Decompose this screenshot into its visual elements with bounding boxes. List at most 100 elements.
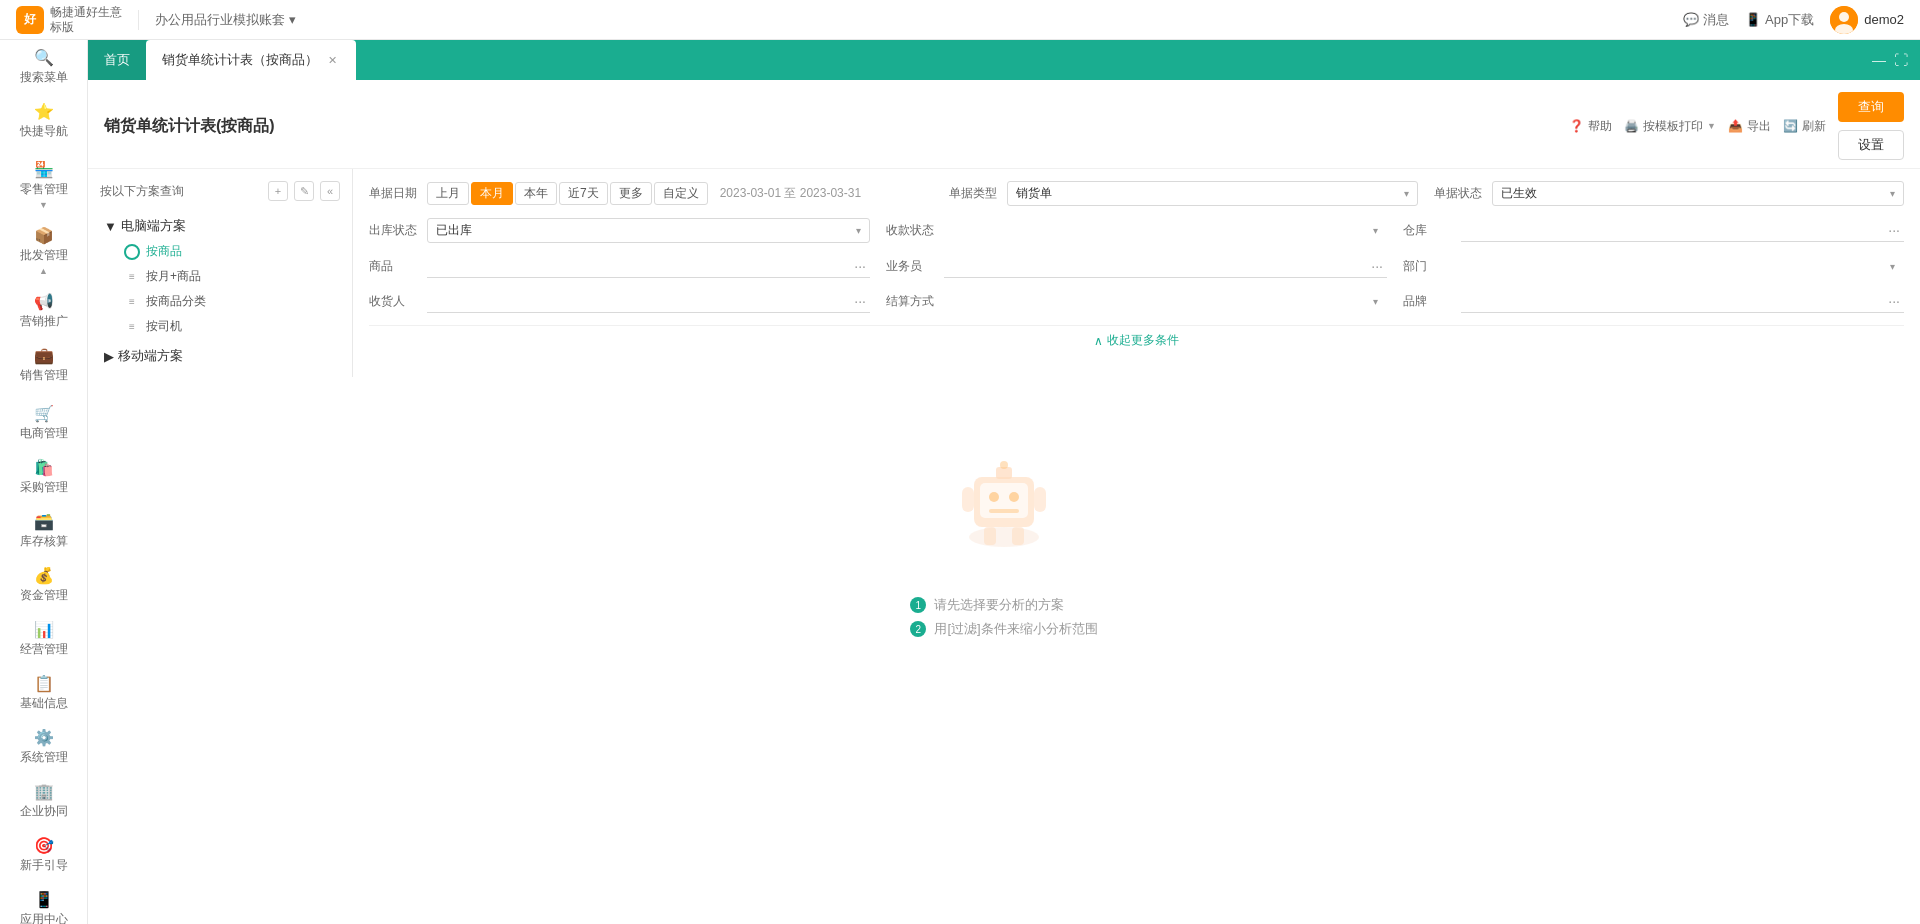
- receiver-input[interactable]: ···: [427, 290, 870, 313]
- filter-main-area: 单据日期 上月 本月 本年 近7天 更多 自定义 20: [353, 169, 1920, 377]
- add-scheme-button[interactable]: +: [268, 181, 288, 201]
- download-action[interactable]: 📱 App下载: [1745, 11, 1814, 29]
- sidebar-item-finance[interactable]: 💰 资金管理: [0, 558, 87, 612]
- content-area: 首页 销货单统计计表（按商品） ✕ — ⛶ 销货单统计计表(按商品) ❓ 帮助: [88, 40, 1920, 924]
- sidebar-item-shortcut[interactable]: ⭐ 快捷导航: [0, 94, 87, 148]
- brand-input[interactable]: ···: [1461, 290, 1904, 313]
- warehouse-dots-icon[interactable]: ···: [1888, 222, 1900, 238]
- sidebar-item-marketing[interactable]: 📢 营销推广: [0, 284, 87, 338]
- scheme-item-goods[interactable]: 按商品: [96, 239, 344, 264]
- radio-selected-icon: [124, 244, 140, 260]
- list3-icon: ≡: [124, 319, 140, 335]
- receiptstatus-select[interactable]: ▾: [944, 221, 1387, 240]
- docstatus-label: 单据状态: [1434, 185, 1484, 202]
- scheme-item-category[interactable]: ≡ 按商品分类: [96, 289, 344, 314]
- sidebar-item-retail-label: 零售管理: [20, 181, 68, 198]
- tab-close-icon[interactable]: ✕: [324, 52, 340, 68]
- filter-sidebar-title: 按以下方案查询: [100, 183, 184, 200]
- warehouse-input[interactable]: ···: [1461, 219, 1904, 242]
- tab-report[interactable]: 销货单统计计表（按商品） ✕: [146, 40, 356, 80]
- tab-minimize-icon[interactable]: —: [1872, 52, 1886, 68]
- sidebar-item-sales-label: 销售管理: [20, 367, 68, 384]
- date-btn-lastmonth[interactable]: 上月: [427, 182, 469, 205]
- user-info[interactable]: demo2: [1830, 6, 1904, 34]
- sidebar-item-ecommerce-label: 电商管理: [20, 425, 68, 442]
- refresh-action[interactable]: 🔄 刷新: [1783, 118, 1826, 135]
- query-actions: 查询 设置: [1838, 92, 1904, 160]
- collapse-sidebar-button[interactable]: «: [320, 181, 340, 201]
- collapse-label: 收起更多条件: [1107, 332, 1179, 349]
- sidebar-item-purchase[interactable]: 🛍️ 采购管理: [0, 450, 87, 504]
- date-btn-7days[interactable]: 近7天: [559, 182, 608, 205]
- scheme-group-desktop-title[interactable]: ▼ 电脑端方案: [96, 213, 344, 239]
- doctype-value: 销货单: [1016, 185, 1052, 202]
- collapse-button[interactable]: ∧ 收起更多条件: [369, 325, 1904, 355]
- payment-select[interactable]: ▾: [944, 292, 1387, 311]
- sidebar-item-system[interactable]: ⚙️ 系统管理: [0, 720, 87, 774]
- tab-maximize-icon[interactable]: ⛶: [1894, 52, 1908, 68]
- doctype-arrow-icon: ▾: [1404, 188, 1409, 199]
- filter-group-receiptstatus: 收款状态 ▾: [886, 221, 1387, 240]
- edit-scheme-button[interactable]: ✎: [294, 181, 314, 201]
- tab-report-label: 销货单统计计表（按商品）: [162, 51, 318, 69]
- goods-label: 商品: [369, 258, 419, 275]
- scheme-item-month-goods[interactable]: ≡ 按月+商品: [96, 264, 344, 289]
- scheme-item-driver[interactable]: ≡ 按司机: [96, 314, 344, 339]
- robot-svg: [944, 437, 1064, 557]
- sidebar-item-inventory[interactable]: 🗃️ 库存核算: [0, 504, 87, 558]
- message-action[interactable]: 💬 消息: [1683, 11, 1729, 29]
- newbie-icon: 🎯: [34, 836, 54, 855]
- sidebar-item-operation[interactable]: 📊 经营管理: [0, 612, 87, 666]
- step-1-num: 1: [910, 597, 926, 613]
- date-btn-more[interactable]: 更多: [610, 182, 652, 205]
- topbar-left: 好 畅捷通好生意 标版 办公用品行业模拟账套 ▾: [16, 5, 296, 34]
- help-action[interactable]: ❓ 帮助: [1569, 118, 1612, 135]
- svg-point-7: [1009, 492, 1019, 502]
- date-btn-thismonth[interactable]: 本月: [471, 182, 513, 205]
- doctype-select[interactable]: 销货单 ▾: [1007, 181, 1419, 206]
- avatar-img: [1830, 6, 1858, 34]
- star-icon: ⭐: [34, 102, 54, 121]
- list2-icon: ≡: [124, 294, 140, 310]
- wholesale-arrow-icon: ▲: [39, 266, 48, 276]
- sidebar-item-ecommerce[interactable]: 🛒 电商管理: [0, 396, 87, 450]
- brand-label: 品牌: [1403, 293, 1453, 310]
- outstatus-select[interactable]: 已出库 ▾: [427, 218, 870, 243]
- salesperson-dots-icon[interactable]: ···: [1371, 258, 1383, 274]
- sidebar-item-newbie[interactable]: 🎯 新手引导: [0, 828, 87, 882]
- sidebar-item-enterprise-label: 企业协同: [20, 803, 68, 820]
- query-button[interactable]: 查询: [1838, 92, 1904, 122]
- sidebar-item-basic[interactable]: 📋 基础信息: [0, 666, 87, 720]
- sidebar-item-wholesale[interactable]: 📦 批发管理 ▲: [0, 218, 87, 284]
- dept-select[interactable]: ▾: [1461, 257, 1904, 276]
- outstatus-value: 已出库: [436, 222, 472, 239]
- sidebar-item-sales[interactable]: 💼 销售管理: [0, 338, 87, 392]
- workspace-selector[interactable]: 办公用品行业模拟账套 ▾: [155, 11, 296, 29]
- scheme-group-mobile-title[interactable]: ▶ 移动端方案: [96, 343, 344, 369]
- brand-dots-icon[interactable]: ···: [1888, 293, 1900, 309]
- filter-group-date: 单据日期 上月 本月 本年 近7天 更多 自定义 20: [369, 182, 933, 205]
- tab-home[interactable]: 首页: [88, 40, 146, 80]
- sidebar-item-basic-label: 基础信息: [20, 695, 68, 712]
- export-action[interactable]: 📤 导出: [1728, 118, 1771, 135]
- date-control: 上月 本月 本年 近7天 更多 自定义 2023-03-01 至 2023-03…: [427, 182, 933, 205]
- scheme-item-category-label: 按商品分类: [146, 293, 206, 310]
- date-btn-thisyear[interactable]: 本年: [515, 182, 557, 205]
- print-action[interactable]: 🖨️ 按模板打印 ▼: [1624, 118, 1716, 135]
- page-header: 销货单统计计表(按商品) ❓ 帮助 🖨️ 按模板打印 ▼ 📤 导出: [88, 80, 1920, 169]
- sidebar-item-search[interactable]: 🔍 搜索菜单: [0, 40, 87, 94]
- setting-button[interactable]: 设置: [1838, 130, 1904, 160]
- print-label: 按模板打印: [1643, 118, 1703, 135]
- date-btn-custom[interactable]: 自定义: [654, 182, 708, 205]
- salesperson-input[interactable]: ···: [944, 255, 1387, 278]
- receiver-dots-icon[interactable]: ···: [854, 293, 866, 309]
- dept-label: 部门: [1403, 258, 1453, 275]
- sidebar-item-appcenter[interactable]: 📱 应用中心: [0, 882, 87, 924]
- sidebar-item-purchase-label: 采购管理: [20, 479, 68, 496]
- sidebar-item-enterprise[interactable]: 🏢 企业协同: [0, 774, 87, 828]
- goods-dots-icon[interactable]: ···: [854, 258, 866, 274]
- goods-input[interactable]: ···: [427, 255, 870, 278]
- filter-group-warehouse: 仓库 ···: [1403, 219, 1904, 242]
- sidebar-item-retail[interactable]: 🏪 零售管理 ▼: [0, 152, 87, 218]
- docstatus-select[interactable]: 已生效 ▾: [1492, 181, 1904, 206]
